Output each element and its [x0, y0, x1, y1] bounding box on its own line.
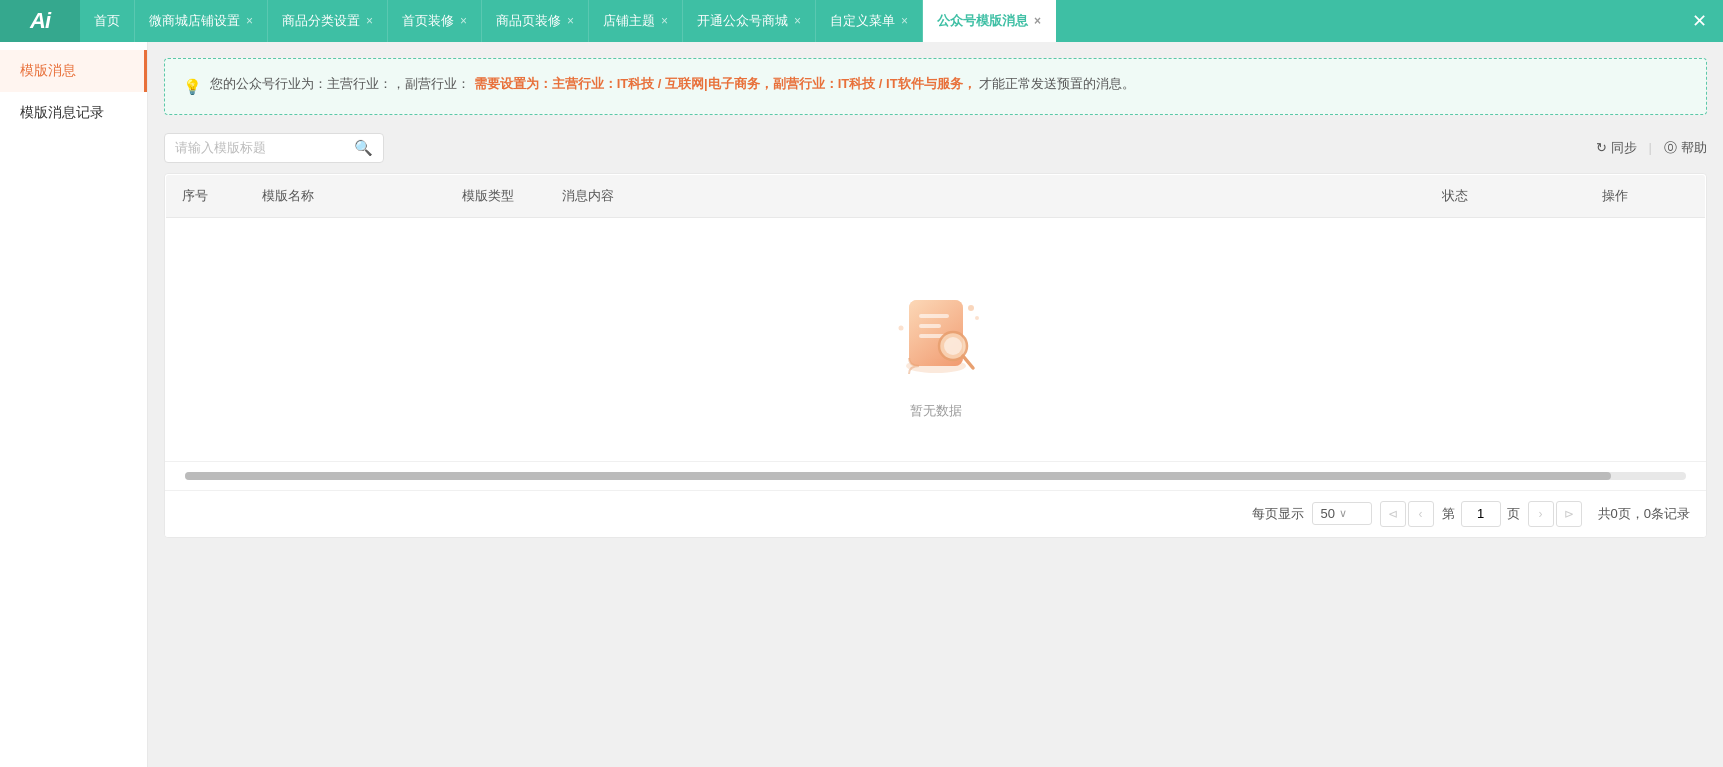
- tab-shop-theme[interactable]: 店铺主题 ×: [589, 0, 683, 42]
- toolbar: 🔍 ↻ 同步 | ⓪ 帮助: [164, 133, 1707, 163]
- help-label: 帮助: [1681, 139, 1707, 157]
- page-first-button[interactable]: ⊲: [1380, 501, 1406, 527]
- sync-icon: ↻: [1596, 140, 1607, 155]
- notice-box: 💡 您的公众号行业为：主营行业：，副营行业： 需要设置为：主营行业：IT科技 /…: [164, 58, 1707, 115]
- tab-close-template-msg[interactable]: ×: [1034, 15, 1041, 27]
- notice-icon: 💡: [183, 74, 202, 100]
- tab-close-home-decoration[interactable]: ×: [460, 15, 467, 27]
- page-unit: 页: [1507, 505, 1520, 523]
- notice-text-container: 您的公众号行业为：主营行业：，副营行业： 需要设置为：主营行业：IT科技 / 互…: [210, 73, 1135, 95]
- global-close-button[interactable]: ✕: [1676, 0, 1723, 42]
- empty-row: 暂无数据: [166, 217, 1706, 460]
- svg-point-11: [898, 325, 903, 330]
- page-input-group: 第 页: [1442, 501, 1520, 527]
- notice-highlight: 需要设置为：主营行业：IT科技 / 互联网|电子商务，副营行业：IT科技 / I…: [474, 76, 976, 91]
- page-prev-button[interactable]: ‹: [1408, 501, 1434, 527]
- tab-custom-menu[interactable]: 自定义菜单 ×: [816, 0, 923, 42]
- tab-close-category-settings[interactable]: ×: [366, 15, 373, 27]
- tab-close-product-decoration[interactable]: ×: [567, 15, 574, 27]
- empty-illustration: [881, 278, 991, 388]
- page-number-input[interactable]: [1461, 501, 1501, 527]
- page-size-select[interactable]: 50 ∨: [1312, 502, 1372, 525]
- tab-label-template-msg: 公众号模版消息: [937, 12, 1028, 30]
- table-header-row: 序号模版名称模版类型消息内容状态操作: [166, 174, 1706, 217]
- toolbar-right: ↻ 同步 | ⓪ 帮助: [1596, 139, 1707, 157]
- svg-point-9: [968, 305, 974, 311]
- sidebar: 模版消息模版消息记录: [0, 42, 148, 767]
- top-nav: Ai 首页微商城店铺设置 ×商品分类设置 ×首页装修 ×商品页装修 ×店铺主题 …: [0, 0, 1723, 42]
- tab-label-product-decoration: 商品页装修: [496, 12, 561, 30]
- th-type: 模版类型: [446, 174, 546, 217]
- search-input[interactable]: [175, 140, 350, 155]
- app-logo[interactable]: Ai: [0, 0, 80, 42]
- tab-home-decoration[interactable]: 首页装修 ×: [388, 0, 482, 42]
- svg-rect-4: [919, 324, 941, 328]
- sync-label: 同步: [1611, 139, 1637, 157]
- pagination: 每页显示 50 ∨ ⊲ ‹ 第 页 › ⊳ 共0页: [165, 490, 1706, 537]
- table-body: 暂无数据: [166, 217, 1706, 460]
- data-table: 序号模版名称模版类型消息内容状态操作: [165, 174, 1706, 461]
- tab-close-shop-theme[interactable]: ×: [661, 15, 668, 27]
- help-icon: ⓪: [1664, 139, 1677, 157]
- scrollbar-track[interactable]: [185, 472, 1686, 480]
- tab-label-category-settings: 商品分类设置: [282, 12, 360, 30]
- page-nav-right: › ⊳: [1528, 501, 1582, 527]
- page-label: 第: [1442, 505, 1455, 523]
- tab-label-home: 首页: [94, 12, 120, 30]
- tab-shop-settings[interactable]: 微商城店铺设置 ×: [135, 0, 268, 42]
- tab-close-open-mall[interactable]: ×: [794, 15, 801, 27]
- th-status: 状态: [1426, 174, 1586, 217]
- content-area: 💡 您的公众号行业为：主营行业：，副营行业： 需要设置为：主营行业：IT科技 /…: [148, 42, 1723, 767]
- empty-state: 暂无数据: [166, 218, 1705, 460]
- empty-text: 暂无数据: [910, 402, 962, 420]
- tab-label-home-decoration: 首页装修: [402, 12, 454, 30]
- notice-suffix: 才能正常发送预置的消息。: [979, 76, 1135, 91]
- tab-home[interactable]: 首页: [80, 0, 135, 42]
- scrollbar-row: [165, 461, 1706, 490]
- sidebar-item-template-msg[interactable]: 模版消息: [0, 50, 147, 92]
- tab-close-shop-settings[interactable]: ×: [246, 15, 253, 27]
- page-size-chevron-icon: ∨: [1339, 507, 1347, 520]
- tab-label-shop-theme: 店铺主题: [603, 12, 655, 30]
- svg-rect-3: [919, 314, 949, 318]
- tab-category-settings[interactable]: 商品分类设置 ×: [268, 0, 388, 42]
- tab-close-custom-menu[interactable]: ×: [901, 15, 908, 27]
- sidebar-item-template-record[interactable]: 模版消息记录: [0, 92, 147, 134]
- total-info: 共0页，0条记录: [1598, 505, 1690, 523]
- main-layout: 模版消息模版消息记录 💡 您的公众号行业为：主营行业：，副营行业： 需要设置为：…: [0, 42, 1723, 767]
- page-next-button[interactable]: ›: [1528, 501, 1554, 527]
- tab-label-open-mall: 开通公众号商城: [697, 12, 788, 30]
- table-head: 序号模版名称模版类型消息内容状态操作: [166, 174, 1706, 217]
- svg-point-7: [944, 337, 962, 355]
- th-action: 操作: [1586, 174, 1706, 217]
- scrollbar-thumb[interactable]: [185, 472, 1611, 480]
- sync-button[interactable]: ↻ 同步: [1596, 139, 1637, 157]
- tab-label-shop-settings: 微商城店铺设置: [149, 12, 240, 30]
- th-seq: 序号: [166, 174, 246, 217]
- tab-open-mall[interactable]: 开通公众号商城 ×: [683, 0, 816, 42]
- page-last-button[interactable]: ⊳: [1556, 501, 1582, 527]
- search-box[interactable]: 🔍: [164, 133, 384, 163]
- tab-product-decoration[interactable]: 商品页装修 ×: [482, 0, 589, 42]
- help-button[interactable]: ⓪ 帮助: [1664, 139, 1707, 157]
- th-name: 模版名称: [246, 174, 446, 217]
- th-content: 消息内容: [546, 174, 1426, 217]
- notice-prefix: 您的公众号行业为：主营行业：，副营行业：: [210, 76, 470, 91]
- svg-point-10: [975, 316, 979, 320]
- tab-template-msg[interactable]: 公众号模版消息 ×: [923, 0, 1056, 42]
- page-nav: ⊲ ‹: [1380, 501, 1434, 527]
- tab-label-custom-menu: 自定义菜单: [830, 12, 895, 30]
- table-wrapper: 序号模版名称模版类型消息内容状态操作: [164, 173, 1707, 538]
- page-size-label: 每页显示: [1252, 505, 1304, 523]
- tab-list: 首页微商城店铺设置 ×商品分类设置 ×首页装修 ×商品页装修 ×店铺主题 ×开通…: [80, 0, 1676, 42]
- toolbar-divider: |: [1649, 140, 1652, 155]
- search-icon[interactable]: 🔍: [354, 139, 373, 157]
- page-size-value: 50: [1321, 506, 1335, 521]
